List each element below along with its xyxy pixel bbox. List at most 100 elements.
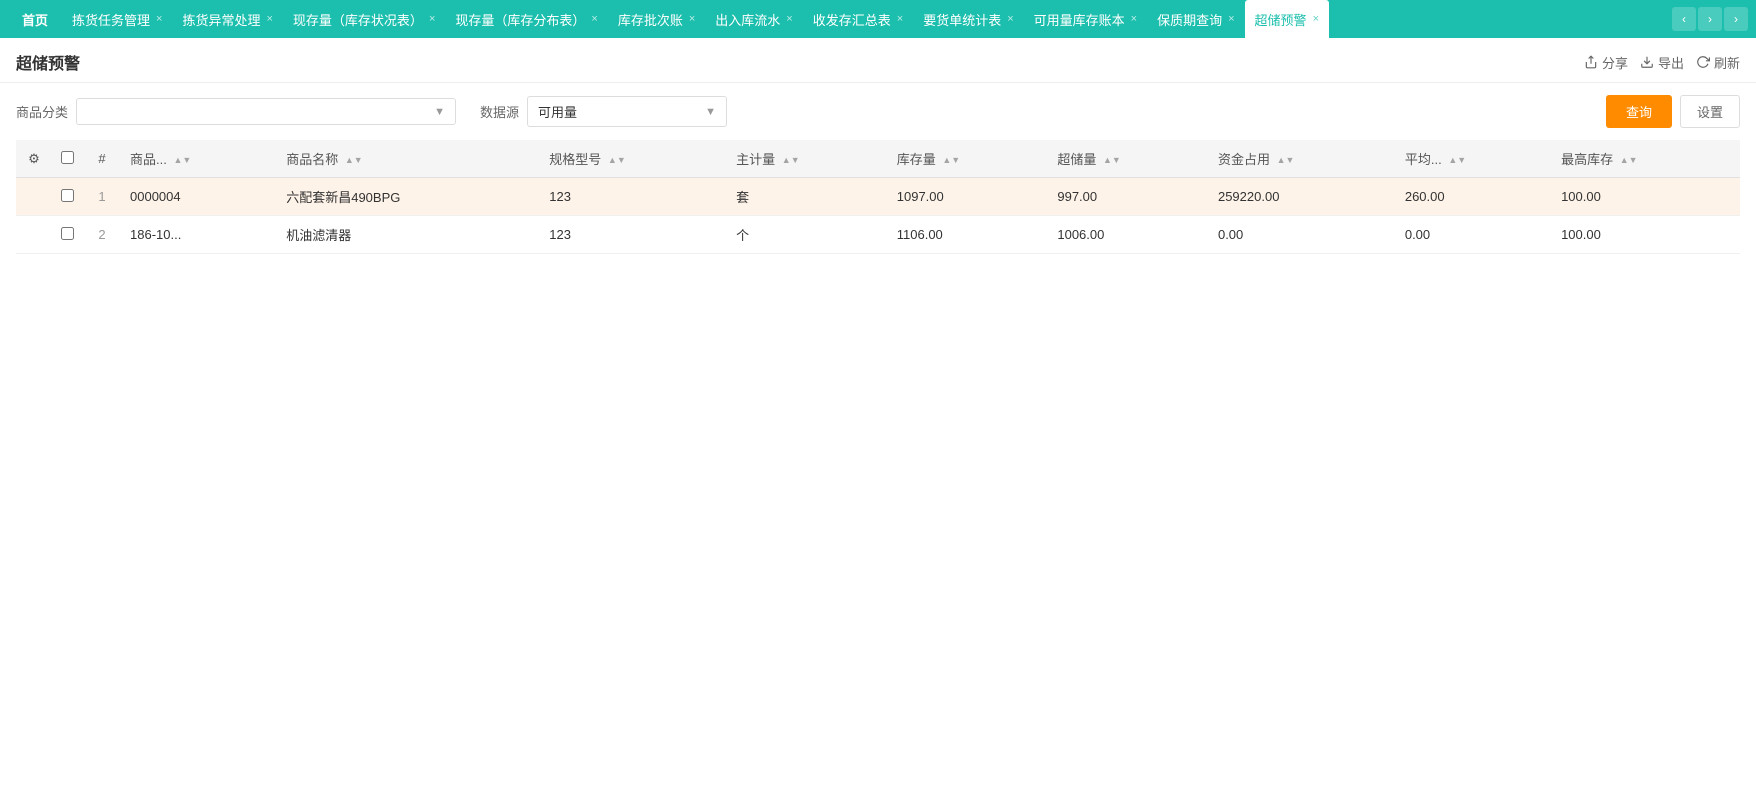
table-row: 1 0000004 六配套新昌490BPG 123 套 1097.00 997.… (16, 178, 1740, 216)
row-overstock: 997.00 (1049, 178, 1210, 216)
th-num: # (82, 140, 122, 178)
datasource-select[interactable]: 可用量 ▼ (527, 96, 727, 127)
th-product-code[interactable]: 商品... ▲▼ (122, 140, 278, 178)
share-icon (1584, 55, 1598, 69)
th-avg[interactable]: 平均... ▲▼ (1397, 140, 1553, 178)
filter-actions: 查询 设置 (1606, 95, 1740, 128)
row-spec: 123 (541, 216, 728, 254)
main-content: 超储预警 分享 导出 (0, 38, 1756, 800)
data-table-container: ⚙ # 商品... ▲▼ 商品名称 ▲▼ 规格型号 (0, 140, 1756, 254)
table-row: 2 186-10... 机油滤清器 123 个 1106.00 1006.00 … (16, 216, 1740, 254)
nav-item-baozhi-chaxun[interactable]: 保质期查询 × (1147, 0, 1244, 38)
nav-menu-button[interactable]: › (1724, 7, 1748, 31)
close-icon[interactable]: × (689, 13, 695, 25)
filter-area: 商品分类 ▼ 数据源 可用量 ▼ 查询 设置 (0, 83, 1756, 140)
gear-icon: ⚙ (28, 151, 40, 166)
row-product-name: 六配套新昌490BPG (278, 178, 541, 216)
nav-item-shoufacun-huizong[interactable]: 收发存汇总表 × (803, 0, 913, 38)
th-checkbox (52, 140, 82, 178)
close-icon[interactable]: × (591, 13, 597, 25)
row-max-stock: 100.00 (1553, 178, 1740, 216)
row-checkbox[interactable] (61, 227, 74, 240)
nav-item-jianghuo-yichang[interactable]: 拣货异常处理 × (172, 0, 282, 38)
close-icon[interactable]: × (1313, 13, 1319, 25)
query-button[interactable]: 查询 (1606, 95, 1672, 128)
row-avg: 0.00 (1397, 216, 1553, 254)
row-number: 1 (82, 178, 122, 216)
nav-item-kucun-pici[interactable]: 库存批次账 × (608, 0, 705, 38)
row-checkbox[interactable] (61, 189, 74, 202)
data-table: ⚙ # 商品... ▲▼ 商品名称 ▲▼ 规格型号 (16, 140, 1740, 254)
datasource-label: 数据源 (480, 102, 519, 121)
th-unit[interactable]: 主计量 ▲▼ (728, 140, 889, 178)
export-button[interactable]: 导出 (1640, 53, 1684, 72)
sort-icon: ▲▼ (345, 156, 363, 165)
nav-next-button[interactable]: › (1698, 7, 1722, 31)
row-stock: 1106.00 (889, 216, 1050, 254)
row-capital: 0.00 (1210, 216, 1397, 254)
close-icon[interactable]: × (786, 13, 792, 25)
nav-item-xiancunliang-fenbiao[interactable]: 现存量（库存分布表） × (445, 0, 607, 38)
sort-icon: ▲▼ (173, 156, 191, 165)
row-checkbox-cell[interactable] (52, 216, 82, 254)
row-number: 2 (82, 216, 122, 254)
sort-icon: ▲▼ (942, 156, 960, 165)
table-body: 1 0000004 六配套新昌490BPG 123 套 1097.00 997.… (16, 178, 1740, 254)
nav-item-jianghuo-renwu[interactable]: 拣货任务管理 × (62, 0, 172, 38)
row-gear-cell (16, 178, 52, 216)
sort-icon: ▲▼ (1620, 156, 1638, 165)
page-title: 超储预警 (16, 50, 80, 74)
nav-item-keyongliang-zhangben[interactable]: 可用量库存账本 × (1024, 0, 1147, 38)
close-icon[interactable]: × (897, 13, 903, 25)
nav-arrows: ‹ › › (1672, 7, 1748, 31)
row-avg: 260.00 (1397, 178, 1553, 216)
refresh-icon (1696, 55, 1710, 69)
datasource-value: 可用量 (538, 102, 577, 121)
category-select[interactable]: ▼ (76, 98, 456, 125)
top-navigation: 首页 拣货任务管理 × 拣货异常处理 × 现存量（库存状况表） × 现存量（库存… (0, 0, 1756, 38)
nav-item-xiancunliang-kuangkuang[interactable]: 现存量（库存状况表） × (283, 0, 445, 38)
nav-prev-button[interactable]: ‹ (1672, 7, 1696, 31)
refresh-button[interactable]: 刷新 (1696, 53, 1740, 72)
settings-button[interactable]: 设置 (1680, 95, 1740, 128)
close-icon[interactable]: × (156, 13, 162, 25)
close-icon[interactable]: × (266, 13, 272, 25)
row-checkbox-cell[interactable] (52, 178, 82, 216)
table-header-row: ⚙ # 商品... ▲▼ 商品名称 ▲▼ 规格型号 (16, 140, 1740, 178)
row-stock: 1097.00 (889, 178, 1050, 216)
chevron-down-icon: ▼ (705, 106, 716, 118)
close-icon[interactable]: × (1228, 13, 1234, 25)
export-icon (1640, 55, 1654, 69)
share-button[interactable]: 分享 (1584, 53, 1628, 72)
nav-home[interactable]: 首页 (8, 0, 62, 38)
row-overstock: 1006.00 (1049, 216, 1210, 254)
sort-icon: ▲▼ (1103, 156, 1121, 165)
row-unit: 个 (728, 216, 889, 254)
row-product-code: 186-10... (122, 216, 278, 254)
th-capital[interactable]: 资金占用 ▲▼ (1210, 140, 1397, 178)
th-overstock[interactable]: 超储量 ▲▼ (1049, 140, 1210, 178)
th-gear[interactable]: ⚙ (16, 140, 52, 178)
th-product-name[interactable]: 商品名称 ▲▼ (278, 140, 541, 178)
th-max-stock[interactable]: 最高库存 ▲▼ (1553, 140, 1740, 178)
th-spec[interactable]: 规格型号 ▲▼ (541, 140, 728, 178)
nav-item-yaohuo-tongji[interactable]: 要货单统计表 × (913, 0, 1023, 38)
row-capital: 259220.00 (1210, 178, 1397, 216)
row-spec: 123 (541, 178, 728, 216)
nav-item-churuku-liushui[interactable]: 出入库流水 × (705, 0, 802, 38)
category-select-text (87, 104, 91, 119)
close-icon[interactable]: × (1007, 13, 1013, 25)
close-icon[interactable]: × (429, 13, 435, 25)
row-product-code: 0000004 (122, 178, 278, 216)
nav-item-chaochuyujing[interactable]: 超储预警 × (1245, 0, 1329, 38)
sort-icon: ▲▼ (782, 156, 800, 165)
close-icon[interactable]: × (1131, 13, 1137, 25)
th-stock[interactable]: 库存量 ▲▼ (889, 140, 1050, 178)
select-all-checkbox[interactable] (61, 151, 74, 164)
row-unit: 套 (728, 178, 889, 216)
row-gear-cell (16, 216, 52, 254)
header-actions: 分享 导出 刷新 (1584, 53, 1740, 72)
row-product-name: 机油滤清器 (278, 216, 541, 254)
category-filter: 商品分类 ▼ (16, 98, 456, 125)
page-header: 超储预警 分享 导出 (0, 38, 1756, 83)
